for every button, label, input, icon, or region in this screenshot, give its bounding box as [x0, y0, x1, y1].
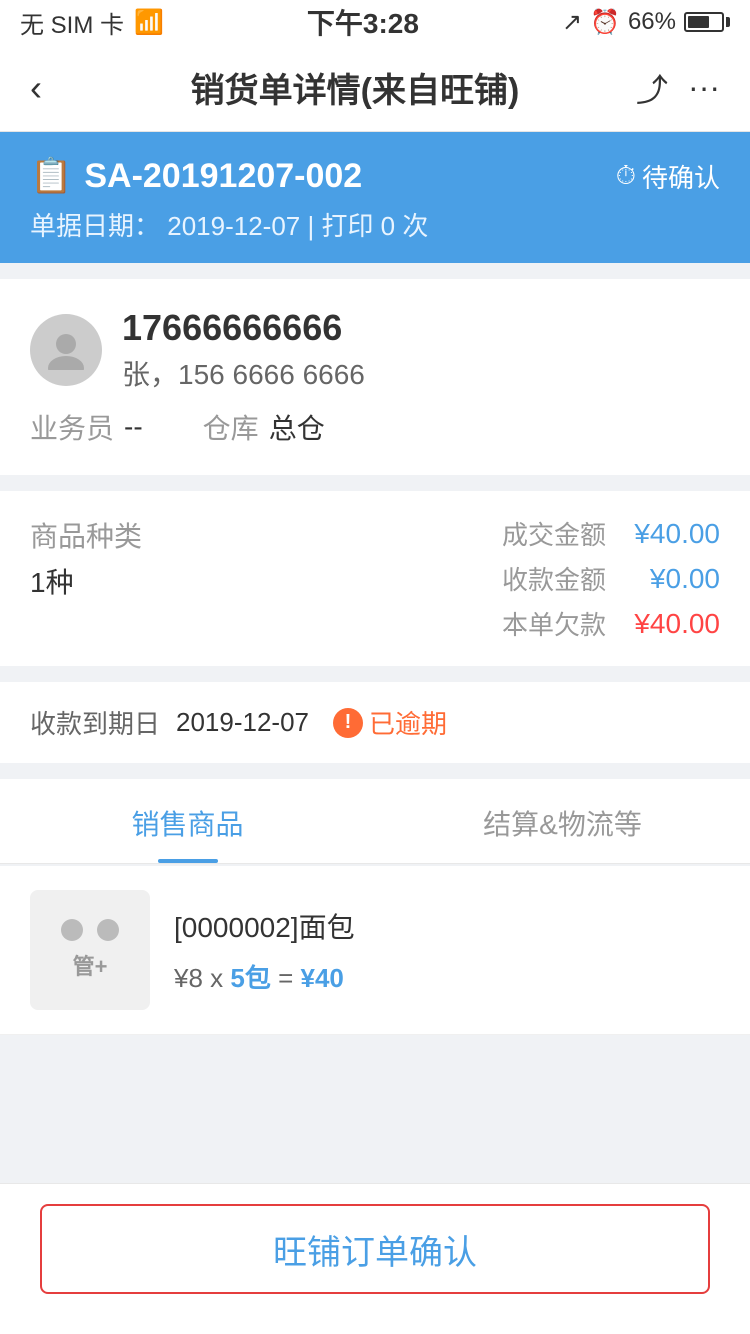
- product-image: 管+: [30, 890, 150, 1010]
- sim-status: 无 SIM 卡: [20, 5, 124, 40]
- status-right: ↗ ⏰ 66%: [562, 8, 730, 37]
- product-info: [0000002]面包 ¥8 x 5包 = ¥40: [174, 906, 720, 995]
- owl-eyes: [61, 919, 119, 941]
- order-id-row: 📋 SA-20191207-002 ⏱ 待确认: [30, 156, 720, 196]
- owl-text: 管+: [73, 949, 108, 981]
- order-header-card: 📋 SA-20191207-002 ⏱ 待确认 单据日期： 2019-12-07…: [0, 132, 750, 263]
- order-date: 单据日期： 2019-12-07 | 打印 0 次: [30, 206, 720, 243]
- bottom-button-container: 旺铺订单确认: [0, 1183, 750, 1334]
- avatar: [30, 314, 102, 386]
- type-label: 商品种类: [30, 515, 142, 555]
- product-name: [0000002]面包: [174, 906, 720, 946]
- total-text: ¥40: [301, 963, 344, 993]
- page-title: 销货单详情(来自旺铺): [90, 63, 620, 112]
- customer-meta: 业务员 -- 仓库 总仓: [30, 407, 720, 447]
- more-icon[interactable]: ···: [688, 69, 720, 106]
- owed-amount-label: 本单欠款: [502, 605, 606, 642]
- nav-bar: ‹ 销货单详情(来自旺铺) ⤴ ···: [0, 44, 750, 132]
- separator-text: =: [278, 963, 300, 993]
- wifi-icon: 📶: [134, 8, 164, 37]
- received-amount-value: ¥0.00: [620, 563, 720, 595]
- order-id: 📋 SA-20191207-002: [30, 156, 362, 196]
- tab-sales-products[interactable]: 销售商品: [0, 779, 375, 863]
- order-status: ⏱ 待确认: [616, 158, 720, 195]
- received-amount-label: 收款金额: [502, 560, 606, 597]
- deal-amount-row: 成交金额 ¥40.00: [502, 515, 720, 552]
- salesperson-label: 业务员: [30, 407, 114, 447]
- deal-amount-value: ¥40.00: [620, 518, 720, 550]
- customer-phone: 17666666666: [122, 307, 365, 349]
- customer-name: 张，156 6666 6666: [122, 353, 365, 393]
- type-value: 1种: [30, 561, 142, 601]
- nav-actions: ⤴ ···: [620, 65, 720, 111]
- summary-left: 商品种类 1种: [30, 515, 142, 601]
- location-icon: ↗: [562, 8, 582, 37]
- deal-amount-label: 成交金额: [502, 515, 606, 552]
- due-date-value: 2019-12-07: [176, 707, 309, 738]
- tab-settlement[interactable]: 结算&物流等: [375, 779, 750, 863]
- status-left: 无 SIM 卡 📶: [20, 5, 164, 40]
- summary-right: 成交金额 ¥40.00 收款金额 ¥0.00 本单欠款 ¥40.00: [502, 515, 720, 642]
- clock-icon: ⏱: [616, 160, 636, 192]
- owl-eye-left: [61, 919, 83, 941]
- product-price-row: ¥8 x 5包 = ¥40: [174, 958, 720, 995]
- due-label: 收款到期日: [30, 704, 160, 741]
- warehouse-value: 总仓: [269, 407, 325, 447]
- product-list: 管+ [0000002]面包 ¥8 x 5包 = ¥40: [0, 866, 750, 1035]
- received-amount-row: 收款金额 ¥0.00: [502, 560, 720, 597]
- confirm-order-button[interactable]: 旺铺订单确认: [40, 1204, 710, 1294]
- due-date-card: 收款到期日 2019-12-07 ! 已逾期: [0, 682, 750, 763]
- status-time: 下午3:28: [307, 2, 419, 42]
- owl-eye-right: [97, 919, 119, 941]
- overdue-text: 已逾期: [369, 704, 447, 741]
- owed-amount-row: 本单欠款 ¥40.00: [502, 605, 720, 642]
- warehouse-label: 仓库: [203, 407, 259, 447]
- salesperson-value: --: [124, 411, 143, 443]
- price-text: ¥8 x: [174, 963, 230, 993]
- warehouse-item: 仓库 总仓: [203, 407, 325, 447]
- summary-card: 商品种类 1种 成交金额 ¥40.00 收款金额 ¥0.00 本单欠款 ¥40.…: [0, 491, 750, 666]
- tabs-container: 销售商品 结算&物流等: [0, 779, 750, 864]
- battery-icon: [684, 12, 730, 32]
- status-bar: 无 SIM 卡 📶 下午3:28 ↗ ⏰ 66%: [0, 0, 750, 44]
- order-icon: 📋: [30, 156, 72, 196]
- overdue-badge: ! 已逾期: [333, 704, 447, 741]
- overdue-icon: !: [333, 708, 363, 738]
- customer-info: 17666666666 张，156 6666 6666: [122, 307, 365, 393]
- customer-top: 17666666666 张，156 6666 6666: [30, 307, 720, 393]
- alarm-icon: ⏰: [590, 8, 620, 37]
- quantity-text: 5包: [230, 963, 270, 993]
- product-thumbnail: 管+: [61, 919, 119, 981]
- table-row: 管+ [0000002]面包 ¥8 x 5包 = ¥40: [0, 866, 750, 1035]
- battery-percent: 66%: [628, 8, 676, 36]
- salesperson-item: 业务员 --: [30, 407, 143, 447]
- owed-amount-value: ¥40.00: [620, 608, 720, 640]
- share-icon[interactable]: ⤴: [636, 65, 668, 111]
- back-button[interactable]: ‹: [30, 67, 90, 109]
- customer-card: 17666666666 张，156 6666 6666 业务员 -- 仓库 总仓: [0, 279, 750, 475]
